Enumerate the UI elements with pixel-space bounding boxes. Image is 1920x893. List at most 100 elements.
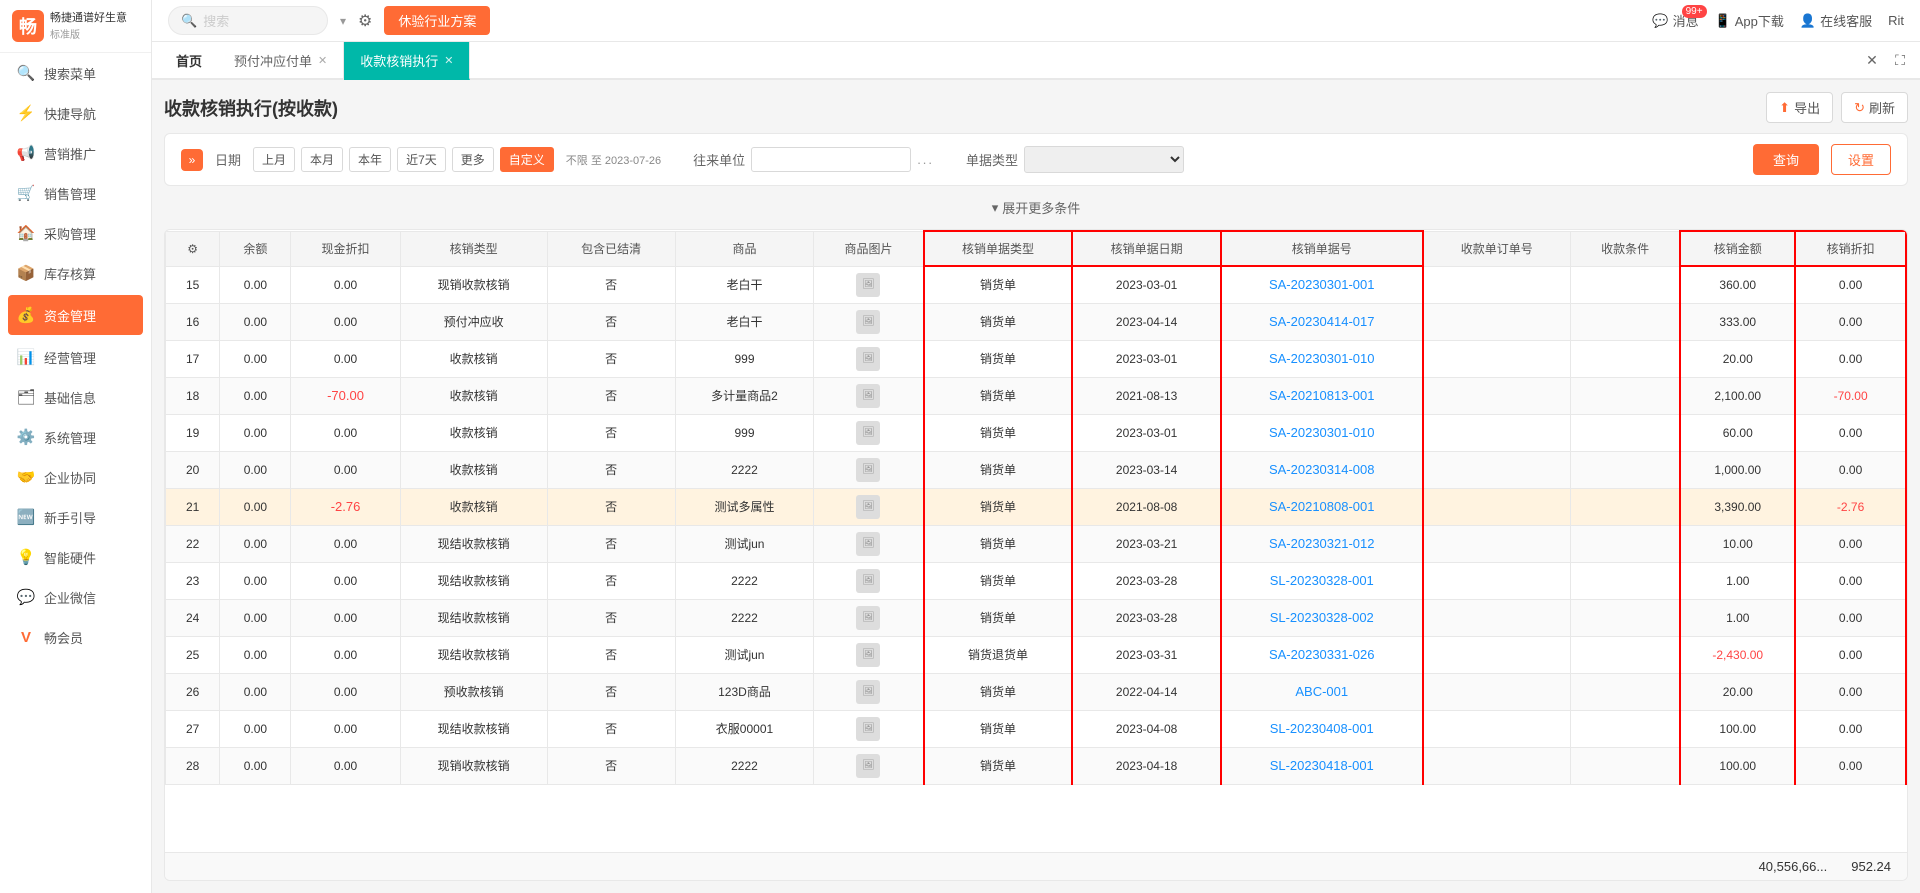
cell-voucher-type: 销货单 (924, 451, 1073, 488)
search-box[interactable]: 🔍 搜索 (168, 6, 328, 35)
query-button[interactable]: 查询 (1753, 144, 1819, 175)
sidebar-item-marketing[interactable]: 📢 营销推广 (0, 133, 151, 173)
cell-voucher-no[interactable]: SA-20230331-026 (1221, 636, 1423, 673)
cell-voucher-no[interactable]: SA-20230301-001 (1221, 266, 1423, 303)
voucher-type-select[interactable] (1024, 146, 1184, 173)
more-date-button[interactable]: 更多 (452, 147, 494, 172)
sidebar-item-guide[interactable]: 🆕 新手引导 (0, 497, 151, 537)
cell-voucher-no[interactable]: SA-20210813-001 (1221, 377, 1423, 414)
purchase-icon: 🏠 (16, 223, 36, 243)
cell-voucher-type: 销货单 (924, 340, 1073, 377)
cell-no: 21 (166, 488, 220, 525)
settings-icon[interactable]: ⚙ (358, 11, 372, 31)
cell-settled: 否 (547, 562, 675, 599)
sidebar-item-purchase[interactable]: 🏠 采购管理 (0, 213, 151, 253)
cell-voucher-type: 销货单 (924, 525, 1073, 562)
cell-settled: 否 (547, 303, 675, 340)
cell-voucher-no[interactable]: SA-20210808-001 (1221, 488, 1423, 525)
cell-voucher-no[interactable]: SA-20230321-012 (1221, 525, 1423, 562)
sidebar-item-business[interactable]: 📊 经营管理 (0, 337, 151, 377)
cell-receipt-cond (1570, 673, 1680, 710)
cell-write-off-discount: 0.00 (1795, 673, 1906, 710)
cell-discount: 0.00 (291, 525, 400, 562)
service-icon: 👤 (1800, 13, 1816, 29)
cell-voucher-type: 销货单 (924, 266, 1073, 303)
this-year-button[interactable]: 本年 (349, 147, 391, 172)
user-label[interactable]: Rit (1888, 13, 1904, 28)
cell-receipt-no (1423, 340, 1571, 377)
cell-voucher-no[interactable]: SL-20230328-001 (1221, 562, 1423, 599)
online-service-button[interactable]: 👤 在线客服 (1800, 11, 1872, 30)
sidebar-item-wechat[interactable]: 💬 企业微信 (0, 577, 151, 617)
close-tab-prepay-icon[interactable]: ✕ (318, 54, 327, 67)
cell-receipt-cond (1570, 636, 1680, 673)
refresh-button[interactable]: ↻ 刷新 (1841, 92, 1908, 123)
th-amount: 核销金额 (1680, 231, 1795, 266)
partner-input[interactable] (751, 147, 911, 172)
cell-product: 2222 (675, 599, 814, 636)
cell-type: 现销收款核销 (400, 747, 547, 784)
cell-product: 2222 (675, 747, 814, 784)
cell-no: 23 (166, 562, 220, 599)
sidebar-item-quick[interactable]: ⚡ 快捷导航 (0, 93, 151, 133)
sidebar-item-basic[interactable]: 🗂 基础信息 (0, 377, 151, 417)
cell-balance: 0.00 (220, 303, 291, 340)
cell-voucher-no[interactable]: SA-20230414-017 (1221, 303, 1423, 340)
tab-receipt[interactable]: 收款核销执行 ✕ (344, 42, 470, 80)
chevron-down-icon: ▾ (992, 200, 999, 216)
filter-expand-button[interactable]: » (181, 149, 203, 171)
sidebar-logo: 畅 畅捷通谱好生意 标准版 (0, 0, 151, 53)
cell-voucher-no[interactable]: SA-20230301-010 (1221, 414, 1423, 451)
cell-voucher-no[interactable]: SL-20230408-001 (1221, 710, 1423, 747)
sidebar-item-member[interactable]: V 畅会员 (0, 617, 151, 657)
sidebar-item-search[interactable]: 🔍 搜索菜单 (0, 53, 151, 93)
close-window-icon[interactable]: ✕ (1860, 48, 1884, 72)
dropdown-arrow[interactable]: ▾ (340, 14, 346, 28)
sidebar-item-hardware[interactable]: 💡 智能硬件 (0, 537, 151, 577)
cell-settled: 否 (547, 340, 675, 377)
cell-write-off-discount: 0.00 (1795, 636, 1906, 673)
cell-voucher-no[interactable]: SA-20230301-010 (1221, 340, 1423, 377)
cell-receipt-cond (1570, 451, 1680, 488)
cell-receipt-no (1423, 599, 1571, 636)
sidebar-item-inventory[interactable]: 📦 库存核算 (0, 253, 151, 293)
cell-voucher-no[interactable]: ABC-001 (1221, 673, 1423, 710)
close-tab-receipt-icon[interactable]: ✕ (444, 54, 453, 67)
message-button[interactable]: 💬 消息 99+ (1652, 11, 1698, 30)
table-row: 18 0.00 -70.00 收款核销 否 多计量商品2 🖼 销货单 2021-… (166, 377, 1907, 414)
cell-receipt-cond (1570, 377, 1680, 414)
cell-voucher-no[interactable]: SL-20230328-002 (1221, 599, 1423, 636)
last7days-button[interactable]: 近7天 (397, 147, 446, 172)
page-title: 收款核销执行(按收款) (164, 95, 338, 121)
cell-no: 26 (166, 673, 220, 710)
sidebar-item-sales[interactable]: 🛒 销售管理 (0, 173, 151, 213)
export-button[interactable]: ⬆ 导出 (1766, 92, 1833, 123)
sidebar-item-finance[interactable]: 💰 资金管理 (8, 295, 143, 335)
maximize-window-icon[interactable]: ⛶ (1888, 48, 1912, 72)
sidebar-item-corp[interactable]: 🤝 企业协同 (0, 457, 151, 497)
tab-home[interactable]: 首页 (160, 41, 218, 79)
filter-setting-button[interactable]: 设置 (1831, 144, 1891, 175)
table-scroll[interactable]: ⚙ 余额 现金折扣 核销类型 包含已结清 商品 商品图片 核销单据类型 核销单据… (165, 230, 1907, 852)
solution-button[interactable]: 休验行业方案 (384, 6, 490, 35)
cell-voucher-no[interactable]: SA-20230314-008 (1221, 451, 1423, 488)
cell-balance: 0.00 (220, 340, 291, 377)
cell-amount: -2,430.00 (1680, 636, 1795, 673)
cell-amount: 333.00 (1680, 303, 1795, 340)
expand-more-button[interactable]: ▾ 展开更多条件 (984, 196, 1089, 219)
cell-voucher-date: 2023-03-28 (1072, 599, 1221, 636)
th-settings[interactable]: ⚙ (166, 231, 220, 266)
cell-balance: 0.00 (220, 673, 291, 710)
app-download-button[interactable]: 📱 App下载 (1715, 11, 1784, 30)
cell-voucher-no[interactable]: SL-20230418-001 (1221, 747, 1423, 784)
custom-date-button[interactable]: 自定义 (500, 147, 554, 172)
cell-receipt-cond (1570, 414, 1680, 451)
cell-discount: -2.76 (291, 488, 400, 525)
cell-receipt-no (1423, 673, 1571, 710)
cell-amount: 2,100.00 (1680, 377, 1795, 414)
tab-prepay[interactable]: 预付冲应付单 ✕ (218, 41, 344, 79)
sidebar-item-system[interactable]: ⚙️ 系统管理 (0, 417, 151, 457)
this-month-button[interactable]: 本月 (301, 147, 343, 172)
last-month-button[interactable]: 上月 (253, 147, 295, 172)
cell-no: 28 (166, 747, 220, 784)
